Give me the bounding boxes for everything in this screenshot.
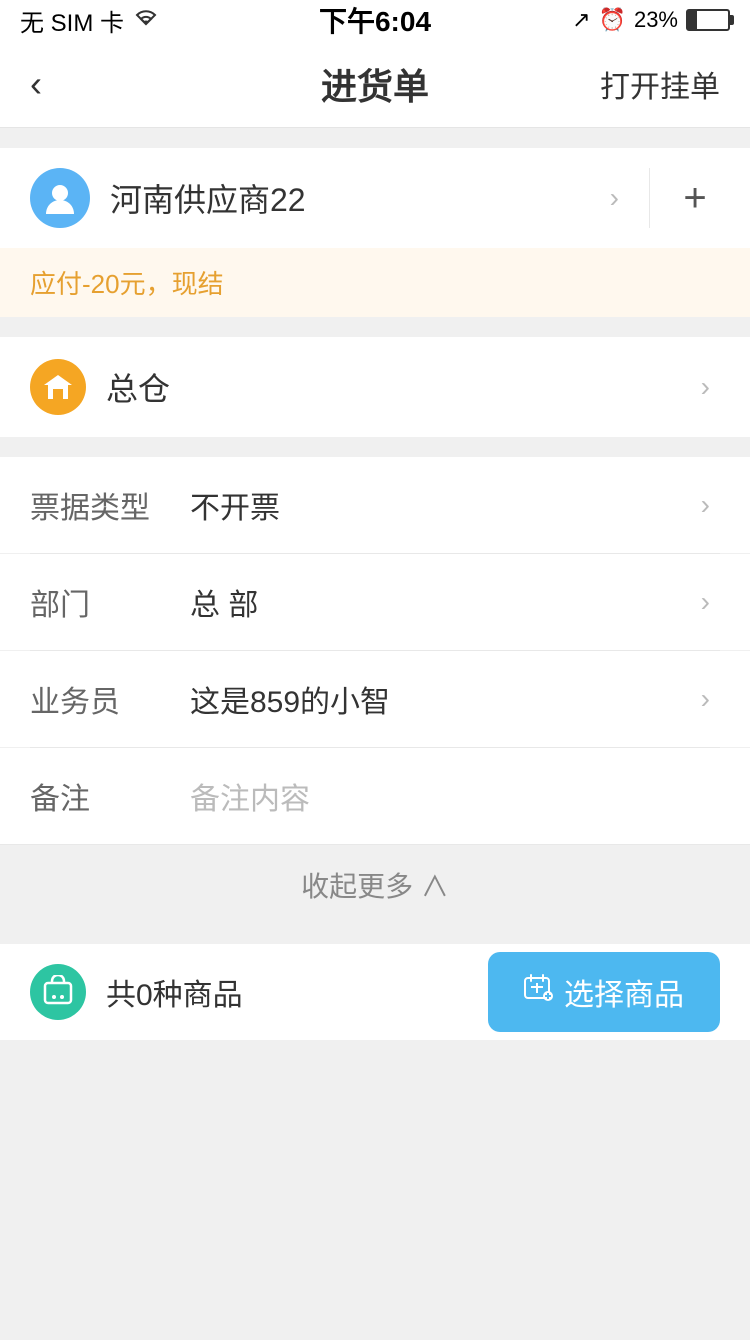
person-icon <box>42 180 78 216</box>
product-icon-bg <box>30 964 86 1020</box>
product-count: 共0种商品 <box>106 970 488 1014</box>
select-product-button[interactable]: 选择商品 <box>488 952 720 1032</box>
main-content: 河南供应商22 › + 应付-20元，现结 总仓 › 票据类型 不开票 › 部门… <box>0 128 750 1340</box>
alarm-icon: ⏰ <box>599 7 626 33</box>
warehouse-row[interactable]: 总仓 › <box>0 337 750 437</box>
notice-text: 应付-20元，现结 <box>30 269 224 299</box>
gap-3 <box>0 437 750 457</box>
invoice-chevron-icon: › <box>701 489 710 521</box>
status-left: 无 SIM 卡 <box>20 3 160 38</box>
invoice-label: 票据类型 <box>30 483 170 527</box>
bottom-area <box>0 1040 750 1340</box>
supplier-divider <box>649 168 650 228</box>
wifi-icon <box>132 6 160 35</box>
supplier-chevron-icon: › <box>610 182 619 214</box>
nav-bar: ‹ 进货单 打开挂单 <box>0 40 750 128</box>
status-bar: 无 SIM 卡 下午6:04 ↗ ⏰ 23% <box>0 0 750 40</box>
warehouse-chevron-icon: › <box>701 371 710 403</box>
battery-icon <box>686 9 730 31</box>
gap-4 <box>0 924 750 944</box>
supplier-row[interactable]: 河南供应商22 › + <box>0 148 750 248</box>
carrier-label: 无 SIM 卡 <box>20 3 124 38</box>
select-product-icon <box>524 974 554 1010</box>
warehouse-icon-bg <box>30 359 86 415</box>
sales-chevron-icon: › <box>701 683 710 715</box>
sales-row[interactable]: 业务员 这是859的小智 › <box>0 651 750 747</box>
collapse-label: 收起更多 ∧ <box>301 865 449 905</box>
warehouse-icon <box>42 371 74 403</box>
battery-label: 23% <box>634 7 678 33</box>
dept-row[interactable]: 部门 总 部 › <box>0 554 750 650</box>
status-time: 下午6:04 <box>319 0 431 40</box>
remark-row[interactable]: 备注 备注内容 <box>0 748 750 844</box>
remark-label: 备注 <box>30 774 170 818</box>
gap-2 <box>0 317 750 337</box>
warehouse-name: 总仓 <box>106 364 701 410</box>
status-right: ↗ ⏰ 23% <box>572 7 730 33</box>
add-supplier-button[interactable]: + <box>670 173 720 223</box>
open-pending-button[interactable]: 打开挂单 <box>600 62 720 106</box>
select-product-label: 选择商品 <box>564 970 684 1014</box>
dept-chevron-icon: › <box>701 586 710 618</box>
invoice-row[interactable]: 票据类型 不开票 › <box>0 457 750 553</box>
location-icon: ↗ <box>572 7 590 33</box>
dept-label: 部门 <box>30 580 170 624</box>
notice-banner: 应付-20元，现结 <box>0 248 750 317</box>
sales-value: 这是859的小智 <box>170 677 701 721</box>
supplier-avatar <box>30 168 90 228</box>
remark-input[interactable]: 备注内容 <box>170 774 720 818</box>
back-button[interactable]: ‹ <box>30 63 90 105</box>
product-row: 共0种商品 选择商品 <box>0 944 750 1040</box>
dept-value: 总 部 <box>170 580 701 624</box>
sales-label: 业务员 <box>30 677 170 721</box>
page-title: 进货单 <box>321 58 429 110</box>
invoice-value: 不开票 <box>170 483 701 527</box>
supplier-name: 河南供应商22 <box>110 175 610 221</box>
gap-1 <box>0 128 750 148</box>
collapse-button[interactable]: 收起更多 ∧ <box>0 844 750 924</box>
cart-icon <box>41 975 75 1009</box>
